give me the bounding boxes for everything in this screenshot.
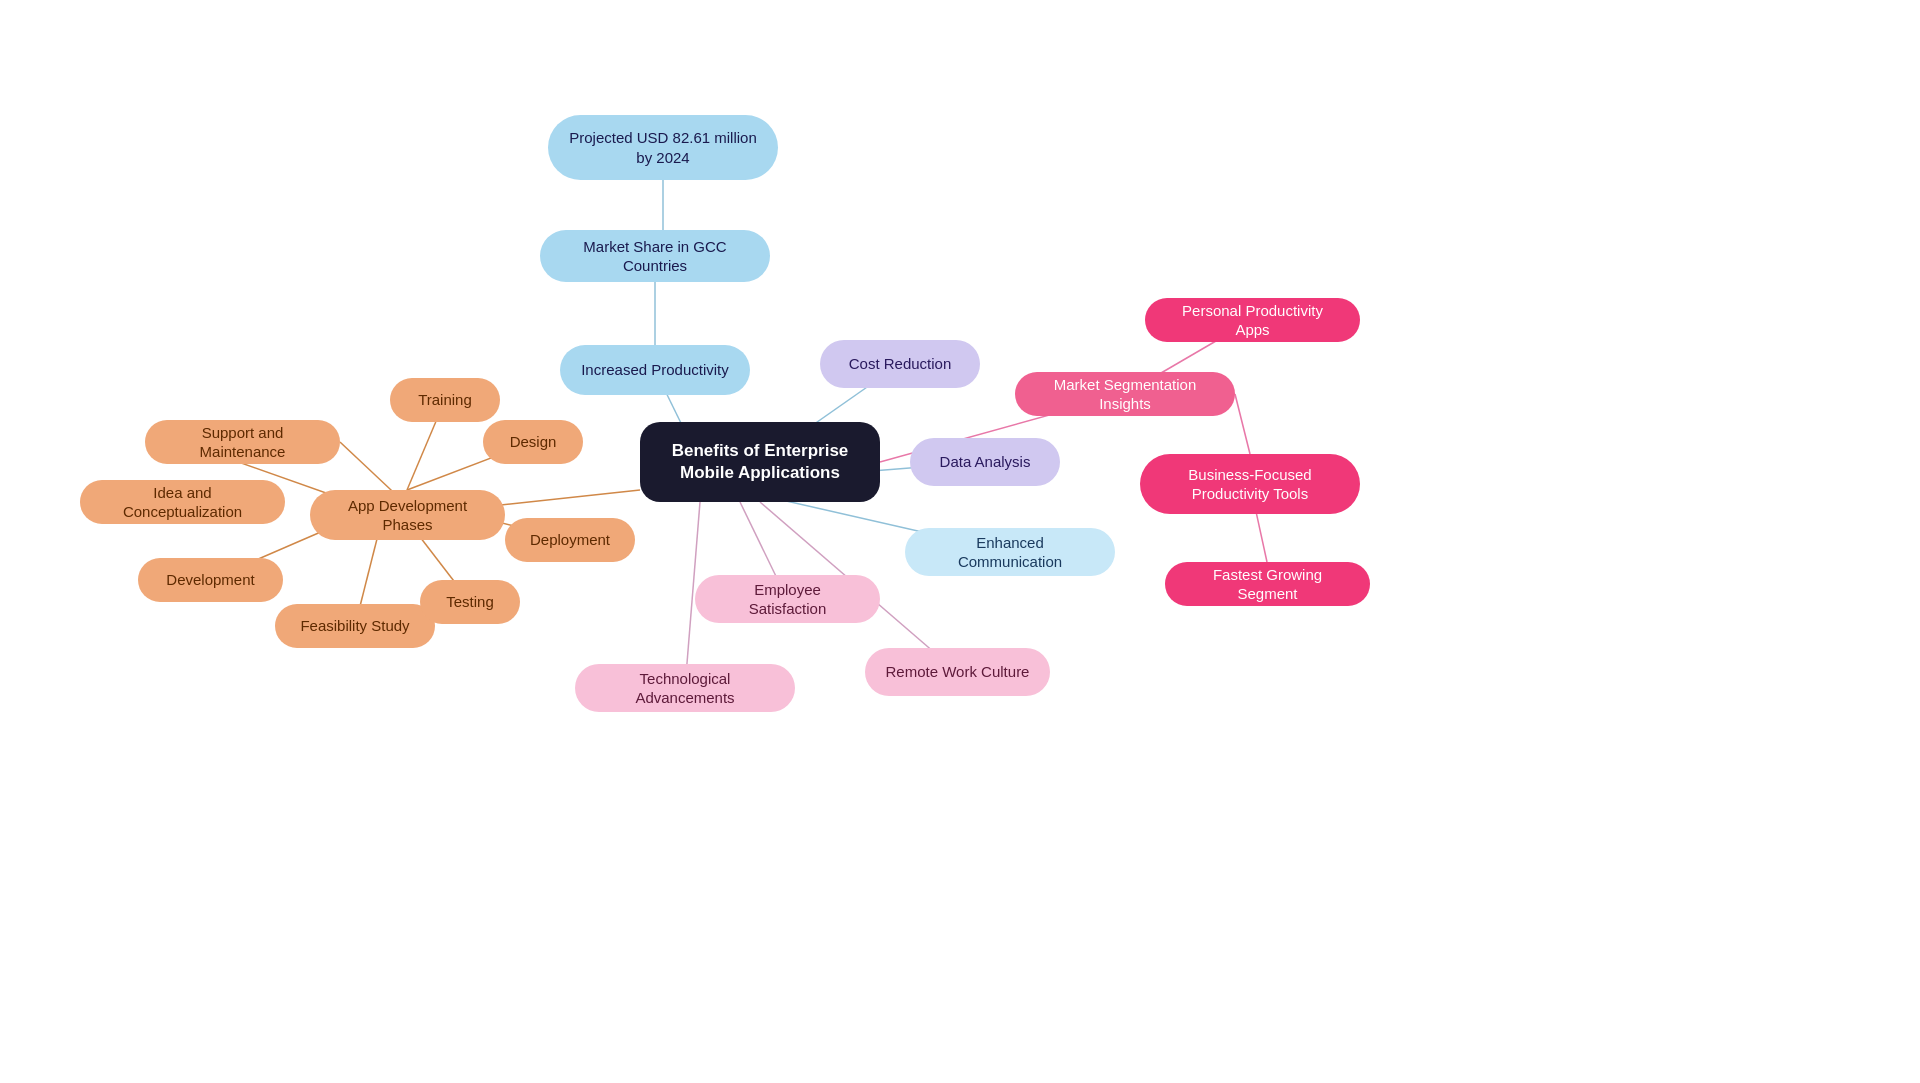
- enhanced-communication-node: Enhanced Communication: [905, 528, 1115, 576]
- idea-conceptualization-node: Idea and Conceptualization: [80, 480, 285, 524]
- remote-work-node: Remote Work Culture: [865, 648, 1050, 696]
- personal-productivity-node: Personal Productivity Apps: [1145, 298, 1360, 342]
- app-dev-phases-node: App Development Phases: [310, 490, 505, 540]
- business-focused-node: Business-Focused Productivity Tools: [1140, 454, 1360, 514]
- development-node: Development: [138, 558, 283, 602]
- testing-node: Testing: [420, 580, 520, 624]
- market-share-node: Market Share in GCC Countries: [540, 230, 770, 282]
- fastest-growing-node: Fastest Growing Segment: [1165, 562, 1370, 606]
- training-node: Training: [390, 378, 500, 422]
- svg-line-20: [1235, 394, 1250, 454]
- employee-satisfaction-node: Employee Satisfaction: [695, 575, 880, 623]
- support-maintenance-node: Support and Maintenance: [145, 420, 340, 464]
- cost-reduction-node: Cost Reduction: [820, 340, 980, 388]
- increased-productivity-node: Increased Productivity: [560, 345, 750, 395]
- market-seg-node: Market Segmentation Insights: [1015, 372, 1235, 416]
- projected-node: Projected USD 82.61 million by 2024: [548, 115, 778, 180]
- feasibility-study-node: Feasibility Study: [275, 604, 435, 648]
- deployment-node: Deployment: [505, 518, 635, 562]
- design-node: Design: [483, 420, 583, 464]
- center-node: Benefits of Enterprise Mobile Applicatio…: [640, 422, 880, 502]
- tech-advancements-node: Technological Advancements: [575, 664, 795, 712]
- data-analysis-node: Data Analysis: [910, 438, 1060, 486]
